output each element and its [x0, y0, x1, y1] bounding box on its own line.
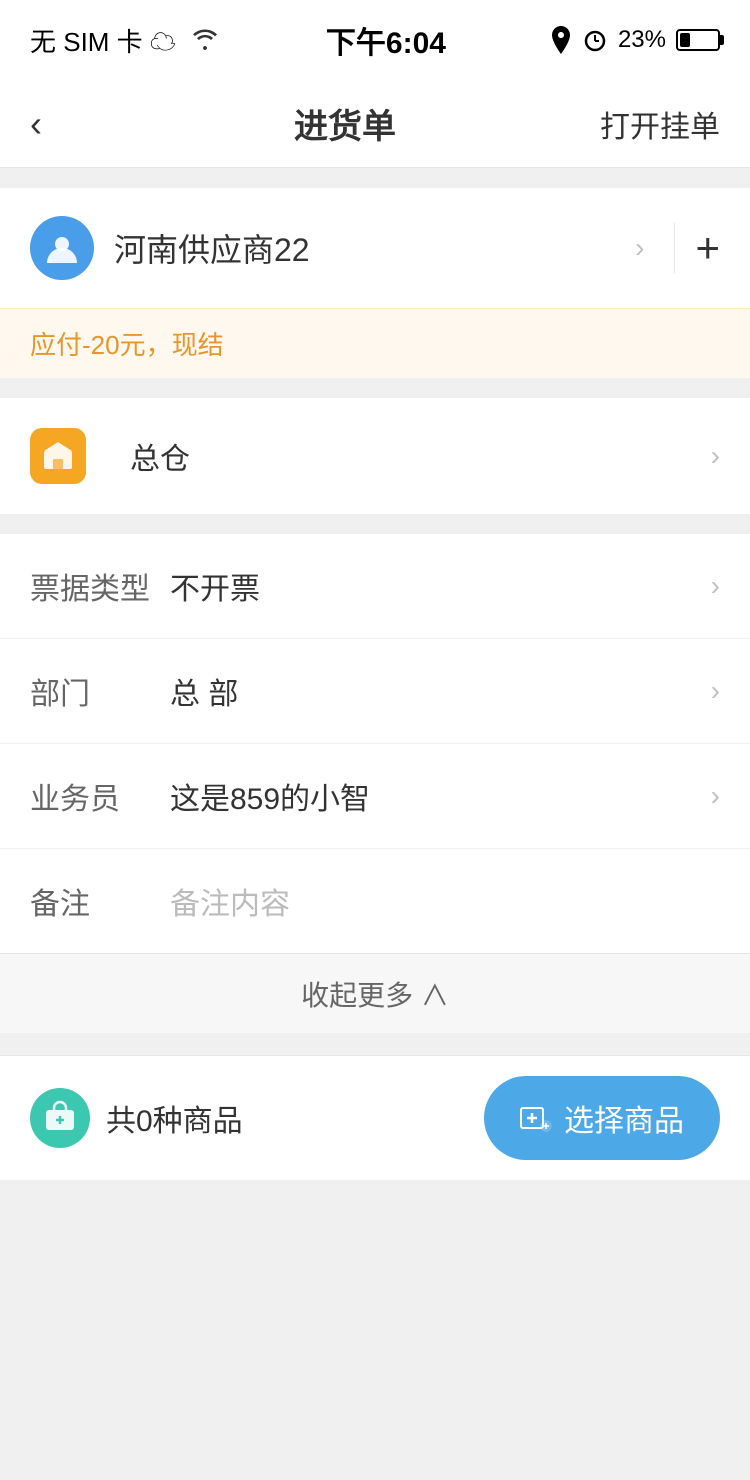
product-count-text: 共0种商品 — [106, 1096, 243, 1140]
warehouse-name: 总仓 — [110, 434, 701, 478]
sim-label: 无 SIM 卡 ☁ — [30, 22, 176, 59]
collapse-label: 收起更多 ∧ — [301, 974, 449, 1014]
invoice-type-label: 票据类型 — [30, 564, 150, 608]
add-supplier-button[interactable]: + — [695, 227, 720, 269]
page-title: 进货单 — [294, 99, 396, 148]
invoice-type-chevron-icon: › — [711, 570, 720, 602]
back-button[interactable]: ‹ — [30, 103, 90, 145]
warehouse-icon-wrap — [30, 428, 86, 484]
alarm-icon — [582, 26, 608, 54]
supplier-name: 河南供应商22 — [114, 225, 635, 271]
status-right: 23% — [550, 26, 720, 54]
wifi-icon — [188, 28, 222, 52]
salesperson-label: 业务员 — [30, 774, 150, 818]
supplier-section: 河南供应商22 › + 应付-20元，现结 — [0, 188, 750, 378]
battery-icon — [676, 29, 720, 51]
info-banner: 应付-20元，现结 — [0, 308, 750, 378]
form-section: 票据类型 不开票 › 部门 总 部 › 业务员 这是859的小智 › 备注 备注… — [0, 534, 750, 953]
select-product-icon — [520, 1104, 552, 1132]
location-icon — [550, 26, 572, 54]
warehouse-row[interactable]: 总仓 › — [0, 398, 750, 514]
salesperson-value: 这是859的小智 — [150, 774, 701, 818]
nav-bar: ‹ 进货单 打开挂单 — [0, 80, 750, 168]
supplier-avatar — [30, 216, 94, 280]
department-value: 总 部 — [150, 669, 701, 713]
remark-label: 备注 — [30, 879, 150, 923]
salesperson-chevron-icon: › — [711, 780, 720, 812]
battery-label: 23% — [618, 26, 666, 54]
page-background — [0, 1180, 750, 1480]
section-gap-4 — [0, 1033, 750, 1053]
department-label: 部门 — [30, 669, 150, 713]
bottom-bar: 共0种商品 选择商品 — [0, 1055, 750, 1180]
product-count-wrap: 共0种商品 — [30, 1088, 243, 1148]
select-product-label: 选择商品 — [564, 1096, 684, 1140]
product-icon-wrap — [30, 1088, 90, 1148]
open-pending-button[interactable]: 打开挂单 — [600, 102, 720, 146]
collapse-row[interactable]: 收起更多 ∧ — [0, 953, 750, 1033]
supplier-chevron-icon: › — [635, 232, 644, 264]
status-bar: 无 SIM 卡 ☁ 下午6:04 23% — [0, 0, 750, 80]
remark-input[interactable]: 备注内容 — [150, 879, 720, 923]
status-left: 无 SIM 卡 ☁ — [30, 22, 222, 59]
section-gap-3 — [0, 514, 750, 534]
department-chevron-icon: › — [711, 675, 720, 707]
warehouse-section: 总仓 › — [0, 398, 750, 514]
remark-row[interactable]: 备注 备注内容 — [0, 848, 750, 953]
supplier-divider — [674, 223, 675, 273]
select-product-button[interactable]: 选择商品 — [484, 1076, 720, 1160]
section-gap-1 — [0, 168, 750, 188]
status-time: 下午6:04 — [326, 18, 446, 62]
section-gap-2 — [0, 378, 750, 398]
supplier-row[interactable]: 河南供应商22 › + — [0, 188, 750, 308]
salesperson-row[interactable]: 业务员 这是859的小智 › — [0, 743, 750, 848]
invoice-type-value: 不开票 — [150, 564, 701, 608]
invoice-type-row[interactable]: 票据类型 不开票 › — [0, 534, 750, 638]
warehouse-chevron-icon: › — [711, 440, 720, 472]
department-row[interactable]: 部门 总 部 › — [0, 638, 750, 743]
